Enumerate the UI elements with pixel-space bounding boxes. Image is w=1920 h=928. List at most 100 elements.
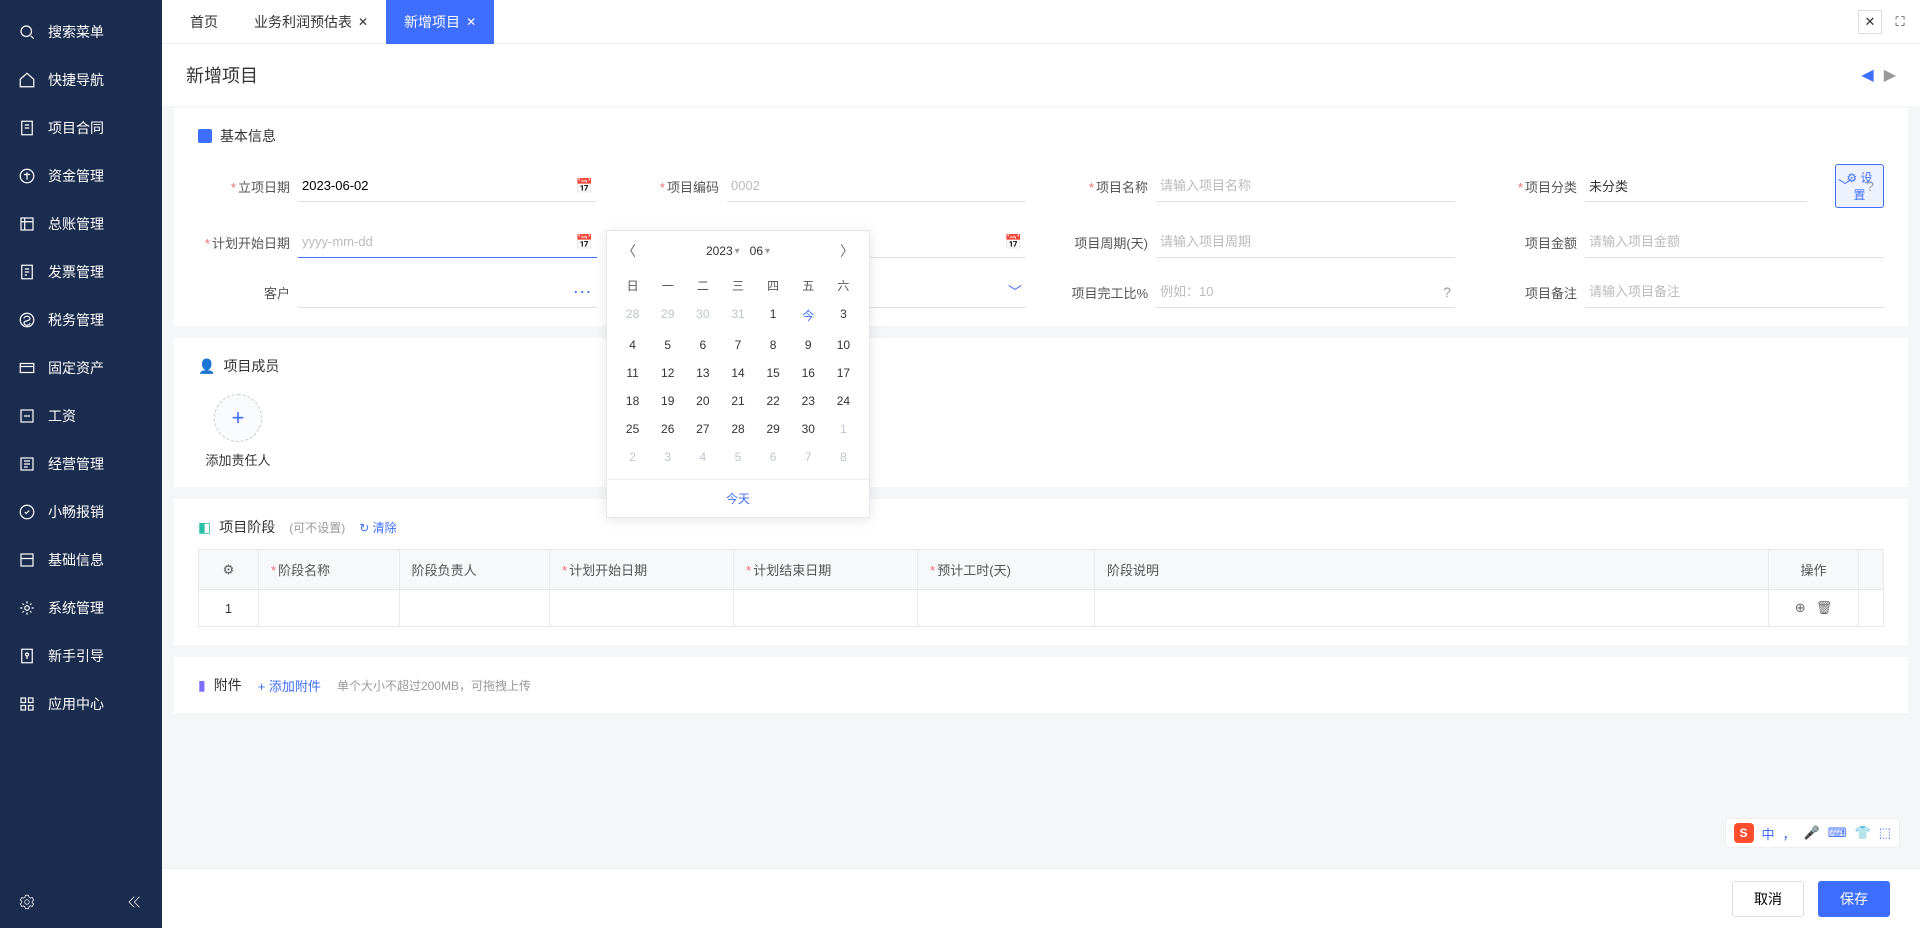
clear-stages-link[interactable]: ↻ 清除 [359, 519, 396, 536]
sidebar-item-7[interactable]: 固定资产 [0, 344, 162, 392]
tabs-close-button[interactable]: ✕ [1858, 10, 1882, 34]
dp-day[interactable]: 17 [826, 359, 861, 387]
sidebar-item-8[interactable]: 工资 [0, 392, 162, 440]
nav-next-icon[interactable]: ▶ [1884, 65, 1896, 85]
close-icon[interactable]: ✕ [466, 15, 476, 29]
category-setting-button[interactable]: ⚙ 设置 [1835, 164, 1884, 208]
input-project-amount[interactable] [1585, 226, 1884, 258]
dp-day[interactable]: 19 [650, 387, 685, 415]
dp-day[interactable]: 29 [650, 300, 685, 331]
dp-day[interactable]: 24 [826, 387, 861, 415]
ime-keyboard-icon[interactable]: ⌨ [1828, 825, 1847, 841]
dp-today-link[interactable]: 今天 [607, 479, 869, 517]
tab-0[interactable]: 首页 [172, 0, 236, 44]
dp-day[interactable]: 30 [791, 415, 826, 443]
nav-prev-icon[interactable]: ◀ [1861, 65, 1873, 85]
dp-day[interactable]: 1 [826, 415, 861, 443]
settings-icon[interactable] [18, 893, 36, 914]
dp-day[interactable]: 12 [650, 359, 685, 387]
dp-day[interactable]: 18 [615, 387, 650, 415]
dp-day[interactable]: 4 [615, 331, 650, 359]
sidebar-item-5[interactable]: 发票管理 [0, 248, 162, 296]
dp-day[interactable]: 28 [615, 300, 650, 331]
dp-day[interactable]: 16 [791, 359, 826, 387]
dp-day[interactable]: 21 [720, 387, 755, 415]
dp-day[interactable]: 14 [720, 359, 755, 387]
cancel-button[interactable]: 取消 [1732, 881, 1804, 917]
dp-day[interactable]: 3 [826, 300, 861, 331]
dp-day[interactable]: 28 [720, 415, 755, 443]
dp-day[interactable]: 23 [791, 387, 826, 415]
ime-punct[interactable]: ， [1783, 824, 1796, 843]
dp-day[interactable]: 11 [615, 359, 650, 387]
dp-day[interactable]: 5 [720, 443, 755, 471]
cell-desc[interactable] [1095, 590, 1769, 627]
select-project-category[interactable]: 未分类 [1585, 170, 1807, 202]
dp-day[interactable]: 31 [720, 300, 755, 331]
sidebar-item-3[interactable]: 资金管理 [0, 152, 162, 200]
tab-2[interactable]: 新增项目✕ [386, 0, 494, 44]
sidebar-item-10[interactable]: 小畅报销 [0, 488, 162, 536]
sidebar-item-14[interactable]: 应用中心 [0, 680, 162, 728]
collapse-icon[interactable] [126, 893, 144, 914]
save-button[interactable]: 保存 [1818, 881, 1890, 917]
ime-grid-icon[interactable]: ⬚ [1879, 825, 1891, 841]
cell-owner[interactable] [399, 590, 550, 627]
add-attachment-link[interactable]: + 添加附件 [258, 676, 321, 695]
dp-day[interactable]: 4 [685, 443, 720, 471]
cell-start[interactable] [550, 590, 734, 627]
dp-month[interactable]: 06▾ [750, 244, 770, 258]
sidebar-item-6[interactable]: 税务管理 [0, 296, 162, 344]
close-icon[interactable]: ✕ [358, 15, 368, 29]
row-delete-icon[interactable]: 🗑 [1816, 600, 1833, 616]
ime-mic-icon[interactable]: 🎤 [1804, 825, 1820, 841]
cell-hours[interactable] [918, 590, 1095, 627]
th-gear[interactable]: ⚙ [199, 550, 259, 590]
cell-end[interactable] [734, 590, 918, 627]
dp-day[interactable]: 27 [685, 415, 720, 443]
dp-day[interactable]: 29 [756, 415, 791, 443]
dp-day[interactable]: 26 [650, 415, 685, 443]
sidebar-item-9[interactable]: 经营管理 [0, 440, 162, 488]
add-member-button[interactable]: + [214, 394, 262, 442]
dp-day[interactable]: 13 [685, 359, 720, 387]
dp-next-icon[interactable]: 〉 [837, 241, 857, 261]
dp-day[interactable]: 6 [756, 443, 791, 471]
fullscreen-icon[interactable]: ⛶ [1890, 12, 1910, 32]
tab-1[interactable]: 业务利润预估表✕ [236, 0, 386, 44]
ime-logo-icon[interactable]: S [1734, 823, 1754, 843]
dp-day[interactable]: 8 [756, 331, 791, 359]
dp-day[interactable]: 10 [826, 331, 861, 359]
dp-day[interactable]: 8 [826, 443, 861, 471]
dp-day[interactable]: 2 [615, 443, 650, 471]
sidebar-item-4[interactable]: 总账管理 [0, 200, 162, 248]
sidebar-item-12[interactable]: 系统管理 [0, 584, 162, 632]
dp-prev-icon[interactable]: 〈 [619, 241, 639, 261]
input-period-days[interactable] [1156, 226, 1455, 258]
dp-day[interactable]: 22 [756, 387, 791, 415]
input-project-name[interactable] [1156, 170, 1455, 202]
input-plan-start[interactable] [298, 226, 597, 258]
sidebar-item-1[interactable]: 快捷导航 [0, 56, 162, 104]
dp-day[interactable]: 3 [650, 443, 685, 471]
dp-day[interactable]: 30 [685, 300, 720, 331]
dp-day[interactable]: 15 [756, 359, 791, 387]
input-project-code[interactable] [727, 170, 1026, 202]
more-icon[interactable]: ··· [574, 285, 593, 300]
dp-day[interactable]: 7 [791, 443, 826, 471]
row-add-icon[interactable]: ⊕ [1795, 600, 1806, 616]
dp-day[interactable]: 6 [685, 331, 720, 359]
sidebar-item-13[interactable]: 新手引导 [0, 632, 162, 680]
sidebar-item-0[interactable]: 搜索菜单 [0, 8, 162, 56]
sidebar-item-11[interactable]: 基础信息 [0, 536, 162, 584]
dp-day[interactable]: 9 [791, 331, 826, 359]
ime-skin-icon[interactable]: 👕 [1855, 825, 1871, 841]
dp-day[interactable]: 25 [615, 415, 650, 443]
input-complete-pct[interactable] [1156, 276, 1455, 308]
dp-year[interactable]: 2023▾ [706, 244, 740, 258]
ime-lang[interactable]: 中 [1762, 824, 1775, 843]
dp-day[interactable]: 1 [756, 300, 791, 331]
sidebar-item-2[interactable]: 项目合同 [0, 104, 162, 152]
input-creation-date[interactable] [298, 170, 597, 202]
cell-name[interactable] [259, 590, 400, 627]
